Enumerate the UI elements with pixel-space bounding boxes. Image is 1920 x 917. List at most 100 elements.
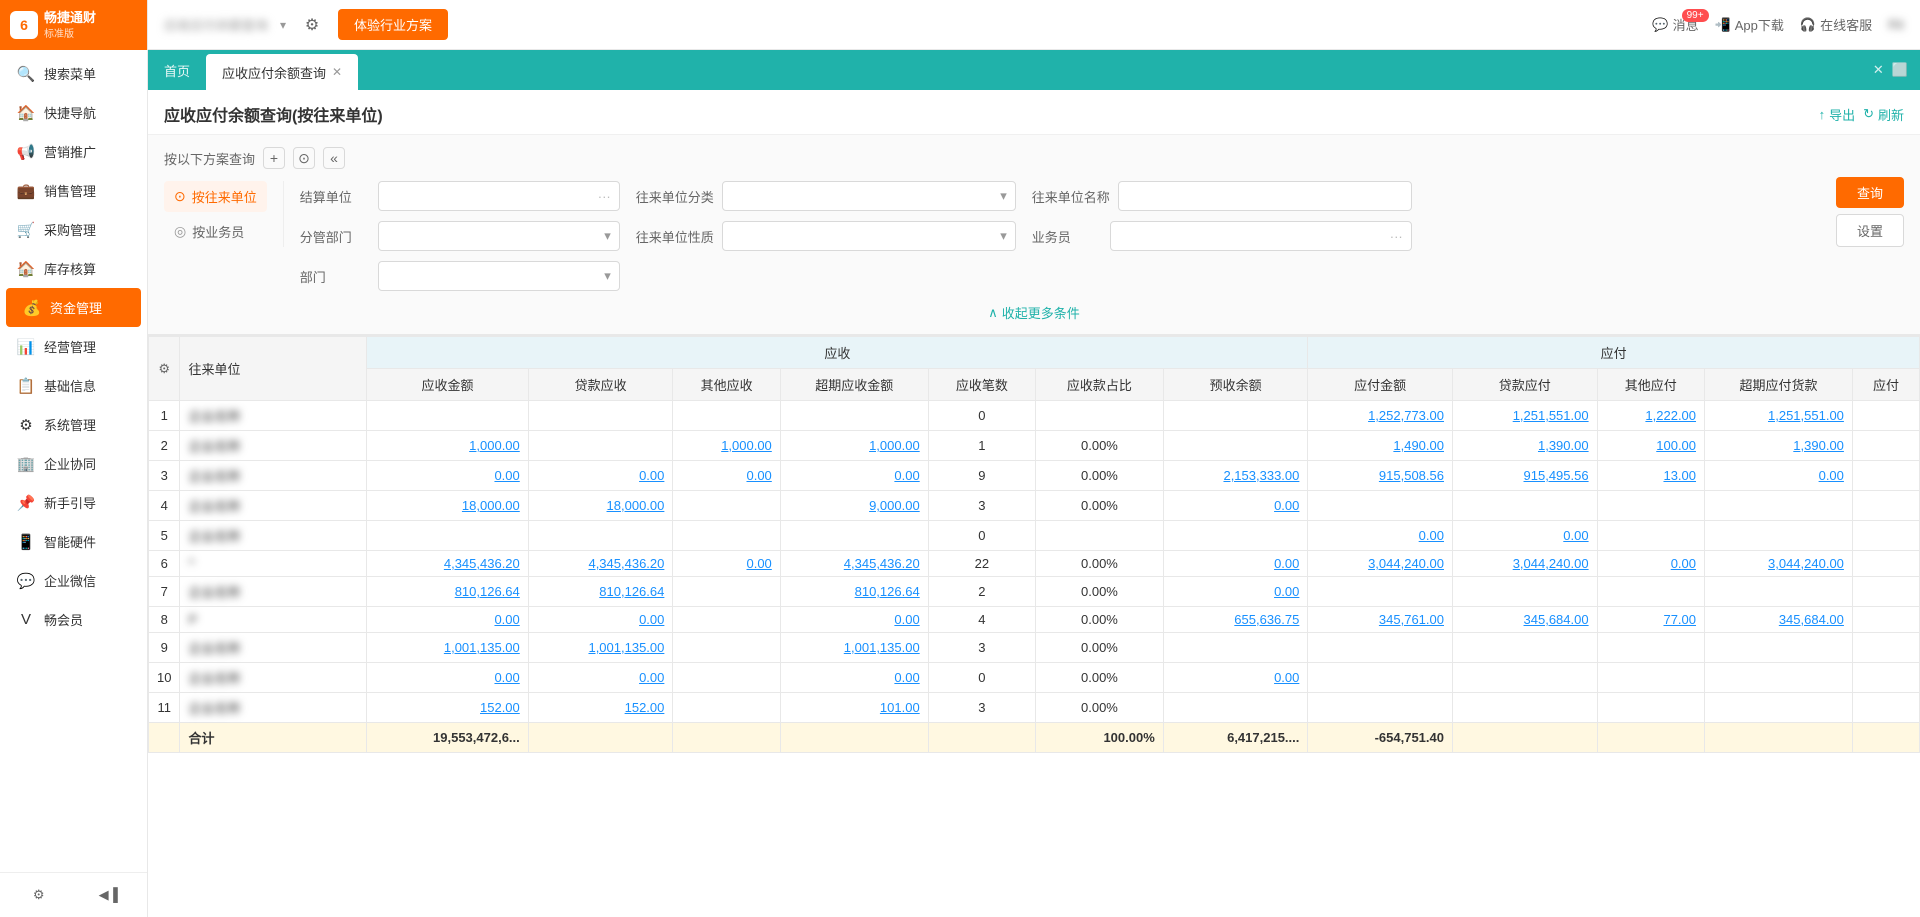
view-by-salesman[interactable]: ◎ 按业务员 (164, 216, 267, 247)
rec-overdue[interactable]: 1,000.00 (780, 431, 928, 461)
sidebar-item-base-info[interactable]: 📋 基础信息 (0, 366, 147, 405)
sidebar-collapse-btn[interactable]: ◀▐ (78, 881, 140, 909)
filter-collapse-btn[interactable]: « (323, 147, 345, 169)
sidebar-item-finance[interactable]: 💰 资金管理 (6, 288, 141, 327)
rec-other[interactable]: 0.00 (673, 461, 780, 491)
rec-amount[interactable]: 0.00 (367, 607, 529, 633)
pay-loan[interactable]: 345,684.00 (1452, 607, 1597, 633)
rec-other[interactable]: 1,000.00 (673, 431, 780, 461)
filter-select-partner-category[interactable]: ▾ (722, 181, 1016, 211)
pay-loan[interactable]: 3,044,240.00 (1452, 551, 1597, 577)
sidebar-item-search-menu[interactable]: 🔍 搜索菜单 (0, 54, 147, 93)
rec-overdue[interactable]: 0.00 (780, 607, 928, 633)
sidebar-item-marketing[interactable]: 📢 营销推广 (0, 132, 147, 171)
view-by-partner[interactable]: ⊙ 按往来单位 (164, 181, 267, 212)
pay-amount[interactable]: 1,490.00 (1308, 431, 1453, 461)
pay-loan[interactable]: 1,251,551.00 (1452, 401, 1597, 431)
tab-receivable-query[interactable]: 应收应付余额查询 ✕ (206, 54, 358, 90)
pay-amount[interactable]: 1,252,773.00 (1308, 401, 1453, 431)
rec-amount[interactable]: 1,001,135.00 (367, 633, 529, 663)
pay-amount[interactable]: 0.00 (1308, 521, 1453, 551)
sidebar-item-inventory[interactable]: 🏠 库存核算 (0, 249, 147, 288)
tab-home[interactable]: 首页 (148, 50, 206, 90)
topbar-user[interactable]: Rit (1888, 17, 1904, 32)
pay-other[interactable]: 13.00 (1597, 461, 1704, 491)
rec-loan[interactable]: 0.00 (528, 607, 673, 633)
topbar-message[interactable]: 💬 消息 99+ (1652, 15, 1698, 34)
pre-balance[interactable]: 0.00 (1163, 551, 1308, 577)
sidebar-item-operation[interactable]: 📊 经营管理 (0, 327, 147, 366)
sidebar-item-system[interactable]: ⚙ 系统管理 (0, 405, 147, 444)
rec-overdue[interactable]: 101.00 (780, 693, 928, 723)
filter-add-btn[interactable]: + (263, 147, 285, 169)
filter-input-settlement[interactable]: ··· (378, 181, 620, 211)
pay-other[interactable]: 1,222.00 (1597, 401, 1704, 431)
pay-loan[interactable]: 915,495.56 (1452, 461, 1597, 491)
filter-select-sub-dept[interactable]: ▾ (378, 261, 620, 291)
rec-loan[interactable]: 1,001,135.00 (528, 633, 673, 663)
sidebar-item-enterprise[interactable]: 🏢 企业协同 (0, 444, 147, 483)
rec-other[interactable]: 0.00 (673, 551, 780, 577)
sidebar-item-quick-nav[interactable]: 🏠 快捷导航 (0, 93, 147, 132)
topbar-settings-btn[interactable]: ⚙ (298, 11, 326, 39)
rec-amount[interactable]: 0.00 (367, 461, 529, 491)
filter-select-partner-nature[interactable]: ▾ (722, 221, 1016, 251)
pre-balance[interactable]: 655,636.75 (1163, 607, 1308, 633)
sidebar-item-wechat[interactable]: 💬 企业微信 (0, 561, 147, 600)
pay-amount[interactable]: 345,761.00 (1308, 607, 1453, 633)
rec-overdue[interactable]: 0.00 (780, 461, 928, 491)
topbar-online-service[interactable]: 🎧 在线客服 (1800, 15, 1872, 34)
tabbar-expand-icon[interactable]: ⬜ (1892, 62, 1908, 78)
rec-loan[interactable]: 0.00 (528, 461, 673, 491)
filter-settings-button[interactable]: 设置 (1836, 214, 1904, 247)
topbar-app-download[interactable]: 📲 App下载 (1715, 15, 1784, 34)
tab-close-icon[interactable]: ✕ (332, 65, 342, 79)
rec-loan[interactable]: 152.00 (528, 693, 673, 723)
pay-overdue[interactable]: 345,684.00 (1705, 607, 1853, 633)
tabbar-close-icon[interactable]: ✕ (1873, 62, 1884, 78)
export-btn[interactable]: ↑ 导出 (1819, 105, 1856, 124)
sidebar-item-smart-hw[interactable]: 📱 智能硬件 (0, 522, 147, 561)
pay-other[interactable]: 77.00 (1597, 607, 1704, 633)
rec-loan[interactable]: 0.00 (528, 663, 673, 693)
rec-amount[interactable]: 810,126.64 (367, 577, 529, 607)
sidebar-settings-btn[interactable]: ⚙ (8, 881, 70, 909)
pay-other[interactable]: 100.00 (1597, 431, 1704, 461)
rec-loan[interactable]: 810,126.64 (528, 577, 673, 607)
pay-amount[interactable]: 3,044,240.00 (1308, 551, 1453, 577)
rec-overdue[interactable]: 9,000.00 (780, 491, 928, 521)
pay-overdue[interactable]: 0.00 (1705, 461, 1853, 491)
rec-amount[interactable]: 0.00 (367, 663, 529, 693)
sidebar-item-purchase[interactable]: 🛒 采购管理 (0, 210, 147, 249)
rec-amount[interactable]: 152.00 (367, 693, 529, 723)
query-button[interactable]: 查询 (1836, 177, 1904, 208)
table-settings-icon[interactable]: ⚙ (157, 361, 171, 377)
rec-loan[interactable]: 4,345,436.20 (528, 551, 673, 577)
rec-overdue[interactable]: 4,345,436.20 (780, 551, 928, 577)
pay-other[interactable]: 0.00 (1597, 551, 1704, 577)
refresh-btn[interactable]: ↻ 刷新 (1863, 105, 1904, 124)
pre-balance[interactable]: 0.00 (1163, 663, 1308, 693)
pay-overdue[interactable]: 3,044,240.00 (1705, 551, 1853, 577)
pay-overdue[interactable]: 1,390.00 (1705, 431, 1853, 461)
rec-overdue[interactable]: 1,001,135.00 (780, 633, 928, 663)
pay-amount[interactable]: 915,508.56 (1308, 461, 1453, 491)
pre-balance[interactable]: 0.00 (1163, 491, 1308, 521)
collapse-filter-btn[interactable]: ∧ 收起更多条件 (164, 303, 1904, 322)
pay-loan[interactable]: 1,390.00 (1452, 431, 1597, 461)
filter-input-partner-name[interactable] (1118, 181, 1412, 211)
trial-btn[interactable]: 体验行业方案 (338, 9, 448, 40)
sidebar-item-sales[interactable]: 💼 销售管理 (0, 171, 147, 210)
rec-amount[interactable]: 1,000.00 (367, 431, 529, 461)
sidebar-item-guide[interactable]: 📌 新手引导 (0, 483, 147, 522)
rec-amount[interactable]: 4,345,436.20 (367, 551, 529, 577)
rec-overdue[interactable]: 0.00 (780, 663, 928, 693)
pay-overdue[interactable]: 1,251,551.00 (1705, 401, 1853, 431)
rec-amount[interactable]: 18,000.00 (367, 491, 529, 521)
filter-input-salesman[interactable]: ··· (1110, 221, 1412, 251)
filter-settings-btn[interactable]: ⊙ (293, 147, 315, 169)
pre-balance[interactable]: 0.00 (1163, 577, 1308, 607)
pre-balance[interactable]: 2,153,333.00 (1163, 461, 1308, 491)
rec-overdue[interactable]: 810,126.64 (780, 577, 928, 607)
pay-loan[interactable]: 0.00 (1452, 521, 1597, 551)
